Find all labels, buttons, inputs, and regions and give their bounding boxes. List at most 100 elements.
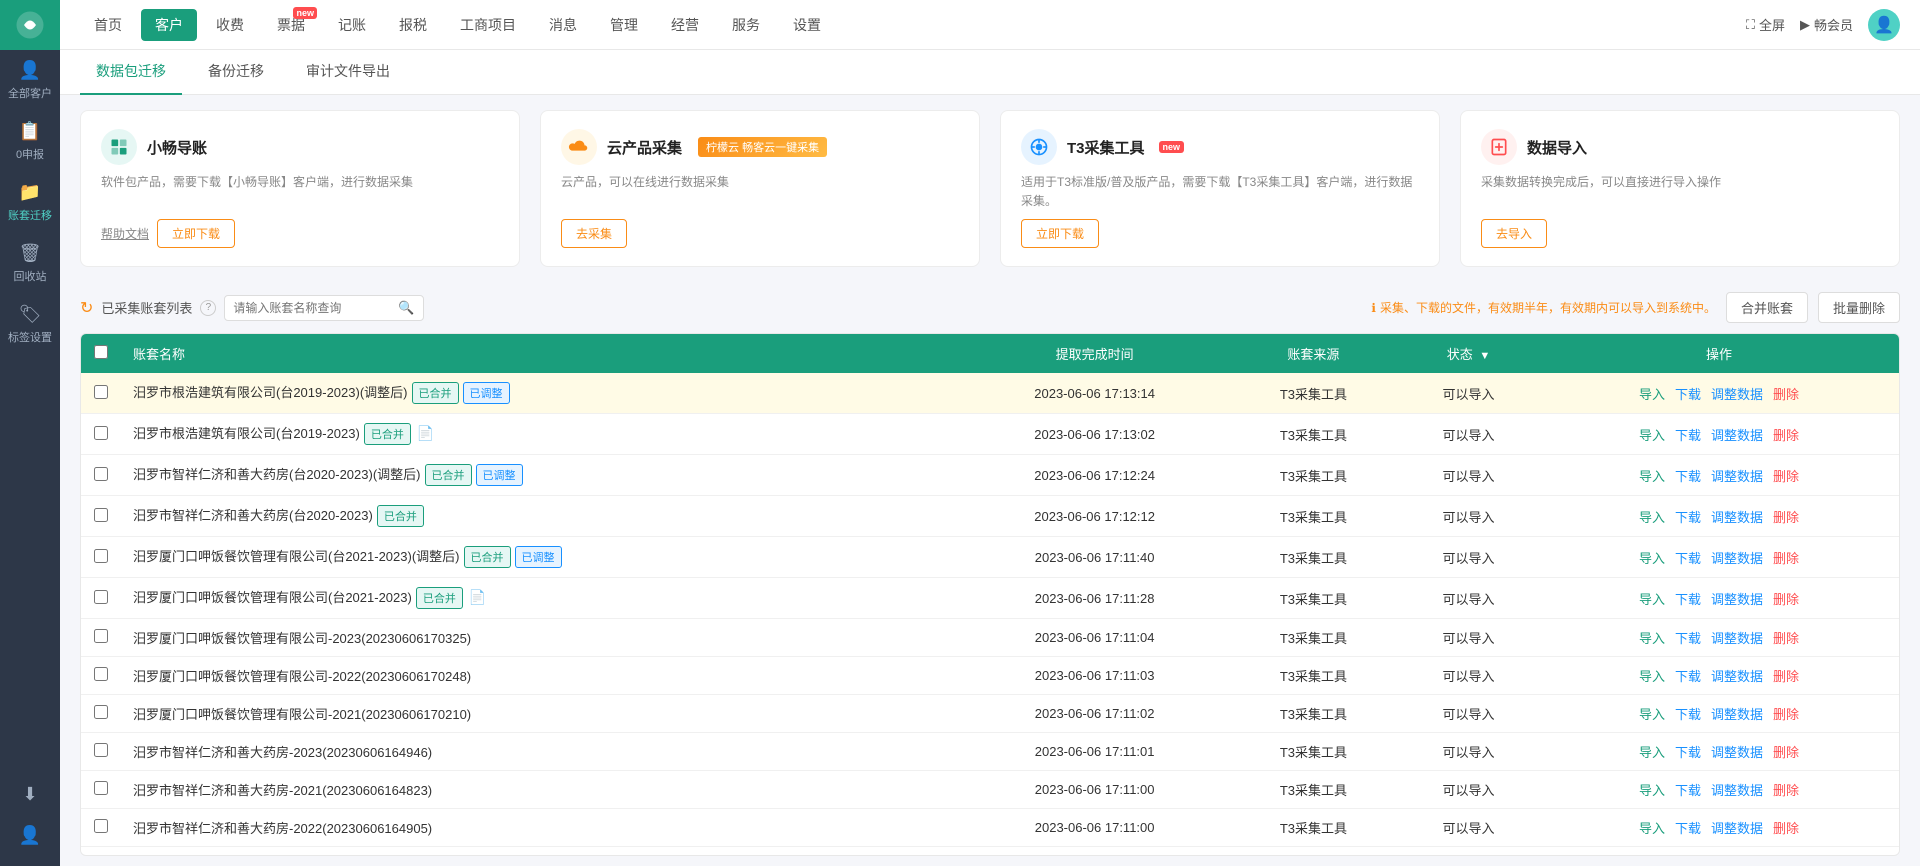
row-checkbox[interactable] bbox=[94, 426, 108, 440]
help-doc-link[interactable]: 帮助文档 bbox=[101, 225, 149, 242]
action-下载[interactable]: 下载 bbox=[1670, 745, 1706, 760]
action-导入[interactable]: 导入 bbox=[1634, 783, 1670, 798]
action-调整数据[interactable]: 调整数据 bbox=[1706, 469, 1768, 484]
row-checkbox[interactable] bbox=[94, 667, 108, 681]
action-调整数据[interactable]: 调整数据 bbox=[1706, 745, 1768, 760]
toolbar-left: ↻ 已采集账套列表 ? 🔍 bbox=[80, 295, 424, 321]
action-导入[interactable]: 导入 bbox=[1634, 428, 1670, 443]
nav-messages[interactable]: 消息 bbox=[535, 9, 591, 41]
download-now-button[interactable]: 立即下载 bbox=[157, 219, 235, 248]
search-icon[interactable]: 🔍 bbox=[398, 300, 414, 316]
sidebar-item-all-clients[interactable]: 👤 全部客户 bbox=[0, 50, 60, 111]
action-导入[interactable]: 导入 bbox=[1634, 510, 1670, 525]
sidebar-item-declaration[interactable]: 📋 0申报 bbox=[0, 111, 60, 172]
action-下载[interactable]: 下载 bbox=[1670, 592, 1706, 607]
tab-data-migration[interactable]: 数据包迁移 bbox=[80, 50, 182, 95]
go-collect-button[interactable]: 去采集 bbox=[561, 219, 627, 248]
action-删除[interactable]: 删除 bbox=[1768, 821, 1804, 836]
action-下载[interactable]: 下载 bbox=[1670, 387, 1706, 402]
action-导入[interactable]: 导入 bbox=[1634, 387, 1670, 402]
merge-accounts-button[interactable]: 合并账套 bbox=[1726, 292, 1808, 323]
action-导入[interactable]: 导入 bbox=[1634, 551, 1670, 566]
help-icon[interactable]: ? bbox=[200, 300, 216, 316]
row-checkbox[interactable] bbox=[94, 549, 108, 563]
nav-service[interactable]: 服务 bbox=[718, 9, 774, 41]
action-调整数据[interactable]: 调整数据 bbox=[1706, 592, 1768, 607]
refresh-icon[interactable]: ↻ bbox=[80, 298, 93, 318]
row-checkbox[interactable] bbox=[94, 385, 108, 399]
nav-management[interactable]: 管理 bbox=[596, 9, 652, 41]
action-调整数据[interactable]: 调整数据 bbox=[1706, 510, 1768, 525]
action-删除[interactable]: 删除 bbox=[1768, 469, 1804, 484]
member-button[interactable]: ▶ 畅会员 bbox=[1800, 15, 1853, 34]
action-下载[interactable]: 下载 bbox=[1670, 428, 1706, 443]
action-删除[interactable]: 删除 bbox=[1768, 631, 1804, 646]
nav-settings[interactable]: 设置 bbox=[779, 9, 835, 41]
action-调整数据[interactable]: 调整数据 bbox=[1706, 707, 1768, 722]
action-下载[interactable]: 下载 bbox=[1670, 669, 1706, 684]
row-checkbox[interactable] bbox=[94, 781, 108, 795]
nav-billing[interactable]: 收费 bbox=[202, 9, 258, 41]
action-删除[interactable]: 删除 bbox=[1768, 428, 1804, 443]
sidebar-item-account-migration[interactable]: 📁 账套迁移 bbox=[0, 172, 60, 233]
sidebar-item-user-settings[interactable]: 👤 bbox=[0, 815, 60, 856]
action-导入[interactable]: 导入 bbox=[1634, 745, 1670, 760]
action-导入[interactable]: 导入 bbox=[1634, 707, 1670, 722]
nav-tax[interactable]: 报税 bbox=[385, 9, 441, 41]
action-删除[interactable]: 删除 bbox=[1768, 592, 1804, 607]
action-下载[interactable]: 下载 bbox=[1670, 551, 1706, 566]
action-导入[interactable]: 导入 bbox=[1634, 821, 1670, 836]
action-删除[interactable]: 删除 bbox=[1768, 551, 1804, 566]
search-input[interactable] bbox=[233, 301, 393, 315]
nav-accounting[interactable]: 记账 bbox=[324, 9, 380, 41]
action-下载[interactable]: 下载 bbox=[1670, 469, 1706, 484]
fullscreen-button[interactable]: ⛶ 全屏 bbox=[1746, 15, 1785, 34]
action-删除[interactable]: 删除 bbox=[1768, 783, 1804, 798]
action-调整数据[interactable]: 调整数据 bbox=[1706, 821, 1768, 836]
nav-clients[interactable]: 客户 bbox=[141, 9, 197, 41]
nav-business[interactable]: 工商项目 bbox=[446, 9, 530, 41]
action-删除[interactable]: 删除 bbox=[1768, 745, 1804, 760]
tab-audit-export[interactable]: 审计文件导出 bbox=[290, 50, 406, 95]
go-import-button[interactable]: 去导入 bbox=[1481, 219, 1547, 248]
action-调整数据[interactable]: 调整数据 bbox=[1706, 783, 1768, 798]
action-删除[interactable]: 删除 bbox=[1768, 510, 1804, 525]
row-checkbox[interactable] bbox=[94, 705, 108, 719]
action-导入[interactable]: 导入 bbox=[1634, 631, 1670, 646]
user-avatar[interactable]: 👤 bbox=[1868, 9, 1900, 41]
nav-invoices[interactable]: 票据 new bbox=[263, 9, 319, 41]
nav-operations[interactable]: 经营 bbox=[657, 9, 713, 41]
sidebar-item-download[interactable]: ⬇ bbox=[0, 774, 60, 815]
action-下载[interactable]: 下载 bbox=[1670, 631, 1706, 646]
action-调整数据[interactable]: 调整数据 bbox=[1706, 631, 1768, 646]
tab-backup-migration[interactable]: 备份迁移 bbox=[192, 50, 280, 95]
action-删除[interactable]: 删除 bbox=[1768, 707, 1804, 722]
action-下载[interactable]: 下载 bbox=[1670, 821, 1706, 836]
action-导入[interactable]: 导入 bbox=[1634, 469, 1670, 484]
action-导入[interactable]: 导入 bbox=[1634, 669, 1670, 684]
action-调整数据[interactable]: 调整数据 bbox=[1706, 428, 1768, 443]
sidebar-item-tag-settings[interactable]: 🏷 标签设置 bbox=[0, 294, 60, 355]
action-删除[interactable]: 删除 bbox=[1768, 669, 1804, 684]
row-checkbox[interactable] bbox=[94, 629, 108, 643]
action-下载[interactable]: 下载 bbox=[1670, 707, 1706, 722]
sidebar-item-recycle[interactable]: 🗑 回收站 bbox=[0, 233, 60, 294]
row-checkbox[interactable] bbox=[94, 819, 108, 833]
row-checkbox[interactable] bbox=[94, 467, 108, 481]
action-下载[interactable]: 下载 bbox=[1670, 510, 1706, 525]
row-checkbox[interactable] bbox=[94, 508, 108, 522]
select-all-checkbox[interactable] bbox=[94, 345, 108, 359]
row-checkbox[interactable] bbox=[94, 590, 108, 604]
action-删除[interactable]: 删除 bbox=[1768, 387, 1804, 402]
action-导入[interactable]: 导入 bbox=[1634, 592, 1670, 607]
row-checkbox[interactable] bbox=[94, 743, 108, 757]
nav-home[interactable]: 首页 bbox=[80, 9, 136, 41]
action-调整数据[interactable]: 调整数据 bbox=[1706, 551, 1768, 566]
action-调整数据[interactable]: 调整数据 bbox=[1706, 387, 1768, 402]
action-下载[interactable]: 下载 bbox=[1670, 783, 1706, 798]
batch-delete-button[interactable]: 批量删除 bbox=[1818, 292, 1900, 323]
action-调整数据[interactable]: 调整数据 bbox=[1706, 669, 1768, 684]
app-logo[interactable] bbox=[0, 0, 60, 50]
status-sort-icon[interactable]: ▼ bbox=[1479, 350, 1490, 362]
download-t3-button[interactable]: 立即下载 bbox=[1021, 219, 1099, 248]
